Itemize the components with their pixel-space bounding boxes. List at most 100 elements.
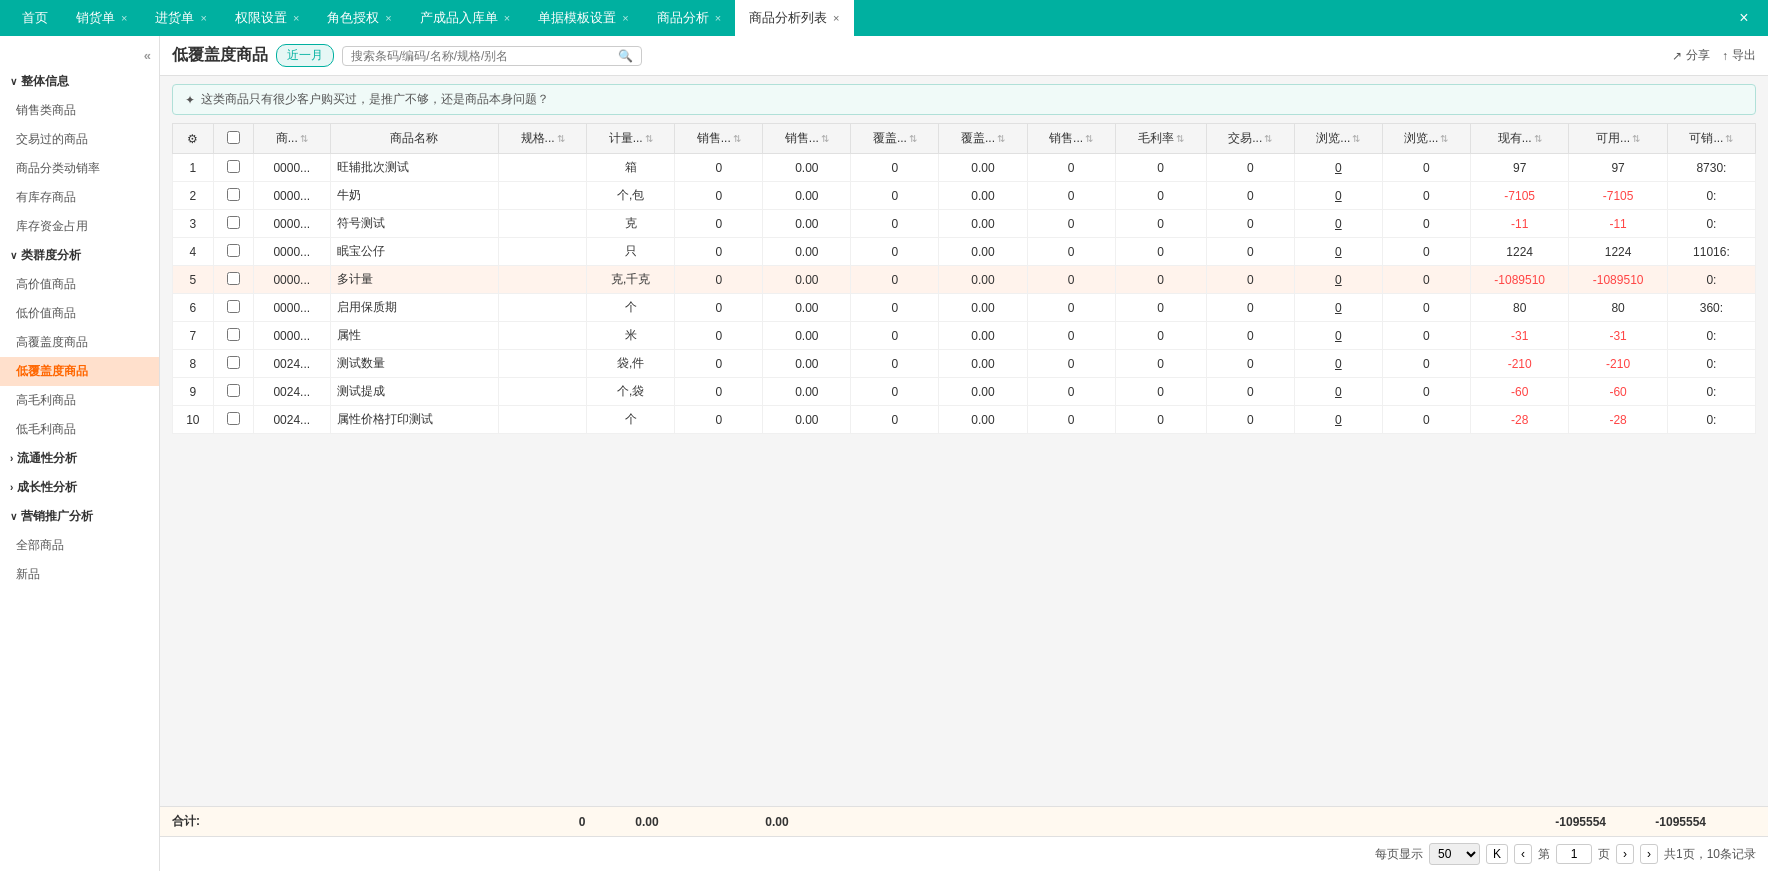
row-browse1[interactable]: 0 — [1294, 406, 1382, 434]
nav-close-icon[interactable]: × — [200, 0, 206, 36]
row-browse1[interactable]: 0 — [1294, 154, 1382, 182]
row-checkbox[interactable] — [213, 210, 253, 238]
export-button[interactable]: ↑ 导出 — [1722, 47, 1756, 64]
nav-permission-settings[interactable]: 权限设置 × — [221, 0, 313, 36]
row-current-stock: -28 — [1470, 406, 1568, 434]
col-trade: 交易...⇅ — [1206, 124, 1294, 154]
row-name: 测试提成 — [330, 378, 498, 406]
sidebar-section-marketing[interactable]: ∨ 营销推广分析 — [0, 502, 159, 531]
row-sellable: 0: — [1667, 266, 1755, 294]
col-name: 商品名称 — [330, 124, 498, 154]
sidebar-item-sales-goods[interactable]: 销售类商品 — [0, 96, 159, 125]
row-checkbox[interactable] — [213, 266, 253, 294]
row-checkbox[interactable] — [213, 154, 253, 182]
period-button[interactable]: 近一月 — [276, 44, 334, 67]
row-code: 0024... — [253, 406, 330, 434]
row-browse1[interactable]: 0 — [1294, 350, 1382, 378]
row-current-stock: 97 — [1470, 154, 1568, 182]
sidebar-item-low-margin[interactable]: 低毛利商品 — [0, 415, 159, 444]
nav-product-warehouse[interactable]: 产成品入库单 × — [406, 0, 524, 36]
sidebar-section-circulation[interactable]: › 流通性分析 — [0, 444, 159, 473]
row-browse1[interactable]: 0 — [1294, 182, 1382, 210]
nav-role-auth[interactable]: 角色授权 × — [313, 0, 405, 36]
nav-home[interactable]: 首页 — [8, 0, 62, 36]
nav-sales-order[interactable]: 销货单 × — [62, 0, 141, 36]
row-checkbox[interactable] — [213, 294, 253, 322]
row-gross-margin: 0 — [1115, 294, 1206, 322]
row-current-stock: 80 — [1470, 294, 1568, 322]
row-browse1[interactable]: 0 — [1294, 210, 1382, 238]
row-browse1[interactable]: 0 — [1294, 322, 1382, 350]
sidebar-item-low-value[interactable]: 低价值商品 — [0, 299, 159, 328]
page-label: 第 — [1538, 846, 1550, 863]
nav-close-icon[interactable]: × — [121, 0, 127, 36]
col-sales-amt: 销售...⇅ — [763, 124, 851, 154]
page-number-input[interactable] — [1556, 844, 1592, 864]
sidebar-item-high-coverage[interactable]: 高覆盖度商品 — [0, 328, 159, 357]
sidebar-item-new-goods[interactable]: 新品 — [0, 560, 159, 589]
sidebar-item-stock-capital[interactable]: 库存资金占用 — [0, 212, 159, 241]
sidebar-item-category-rate[interactable]: 商品分类动销率 — [0, 154, 159, 183]
row-checkbox[interactable] — [213, 238, 253, 266]
prev-page-button[interactable]: ‹ — [1514, 844, 1532, 864]
nav-close-icon[interactable]: × — [504, 0, 510, 36]
row-gross-margin: 0 — [1115, 406, 1206, 434]
first-page-button[interactable]: K — [1486, 844, 1508, 864]
sidebar-item-high-value[interactable]: 高价值商品 — [0, 270, 159, 299]
nav-template-settings[interactable]: 单据模板设置 × — [524, 0, 642, 36]
sidebar-item-high-margin[interactable]: 高毛利商品 — [0, 386, 159, 415]
row-checkbox[interactable] — [213, 322, 253, 350]
select-all-checkbox[interactable] — [227, 131, 240, 144]
sidebar-item-stocked-goods[interactable]: 有库存商品 — [0, 183, 159, 212]
row-browse1[interactable]: 0 — [1294, 238, 1382, 266]
row-browse1[interactable]: 0 — [1294, 294, 1382, 322]
nav-close-icon[interactable]: × — [833, 0, 839, 36]
share-icon: ↗ — [1672, 49, 1682, 63]
row-sellable: 8730: — [1667, 154, 1755, 182]
window-close-button[interactable]: × — [1728, 2, 1760, 34]
page-size-label: 每页显示 — [1375, 846, 1423, 863]
nav-close-icon[interactable]: × — [622, 0, 628, 36]
row-checkbox[interactable] — [213, 182, 253, 210]
data-table: ⚙ 商...⇅ 商品名称 规格...⇅ 计量...⇅ 销售...⇅ 销售...⇅… — [172, 123, 1756, 434]
page-size-select[interactable]: 50 20 100 200 — [1429, 843, 1480, 865]
next-page-button[interactable]: › — [1616, 844, 1634, 864]
nav-product-analysis-list[interactable]: 商品分析列表 × — [735, 0, 853, 36]
row-trade: 0 — [1206, 294, 1294, 322]
page-end-label: 页 — [1598, 846, 1610, 863]
last-page-button[interactable]: › — [1640, 844, 1658, 864]
sidebar-item-traded-goods[interactable]: 交易过的商品 — [0, 125, 159, 154]
row-checkbox[interactable] — [213, 350, 253, 378]
table-row: 9 0024... 测试提成 个,袋 0 0.00 0 0.00 0 0 0 0… — [173, 378, 1756, 406]
nav-close-icon[interactable]: × — [715, 0, 721, 36]
share-button[interactable]: ↗ 分享 — [1672, 47, 1710, 64]
sidebar-section-growth[interactable]: › 成长性分析 — [0, 473, 159, 502]
sidebar-item-all-goods[interactable]: 全部商品 — [0, 531, 159, 560]
search-input[interactable] — [351, 49, 614, 63]
row-unit: 箱 — [587, 154, 675, 182]
nav-close-icon[interactable]: × — [385, 0, 391, 36]
row-available-stock: -210 — [1569, 350, 1667, 378]
sidebar-section-cluster[interactable]: ∨ 类群度分析 — [0, 241, 159, 270]
row-sales-qty: 0 — [675, 182, 763, 210]
row-name: 多计量 — [330, 266, 498, 294]
row-cover2: 0.00 — [939, 322, 1027, 350]
search-icon[interactable]: 🔍 — [618, 49, 633, 63]
sidebar-section-overall[interactable]: ∨ 整体信息 — [0, 67, 159, 96]
sidebar-collapse-button[interactable]: « — [144, 48, 151, 63]
content-area: 低覆盖度商品 近一月 🔍 ↗ 分享 ↑ 导出 ✦ 这类商品只有很少客户购买过，是… — [160, 36, 1768, 871]
row-checkbox[interactable] — [213, 378, 253, 406]
nav-purchase-order[interactable]: 进货单 × — [141, 0, 220, 36]
row-spec — [499, 266, 587, 294]
sidebar-item-low-coverage[interactable]: 低覆盖度商品 — [0, 357, 159, 386]
nav-product-analysis[interactable]: 商品分析 × — [643, 0, 735, 36]
row-sales-qty: 0 — [675, 378, 763, 406]
footer-total: 合计: 0 0.00 0.00 -1095554 -1095554 — [160, 806, 1768, 836]
row-sellable: 0: — [1667, 322, 1755, 350]
row-browse1[interactable]: 0 — [1294, 266, 1382, 294]
row-browse1[interactable]: 0 — [1294, 378, 1382, 406]
col-settings[interactable]: ⚙ — [173, 124, 214, 154]
nav-close-icon[interactable]: × — [293, 0, 299, 36]
total-current-stock: -1095554 — [1526, 815, 1606, 829]
row-checkbox[interactable] — [213, 406, 253, 434]
